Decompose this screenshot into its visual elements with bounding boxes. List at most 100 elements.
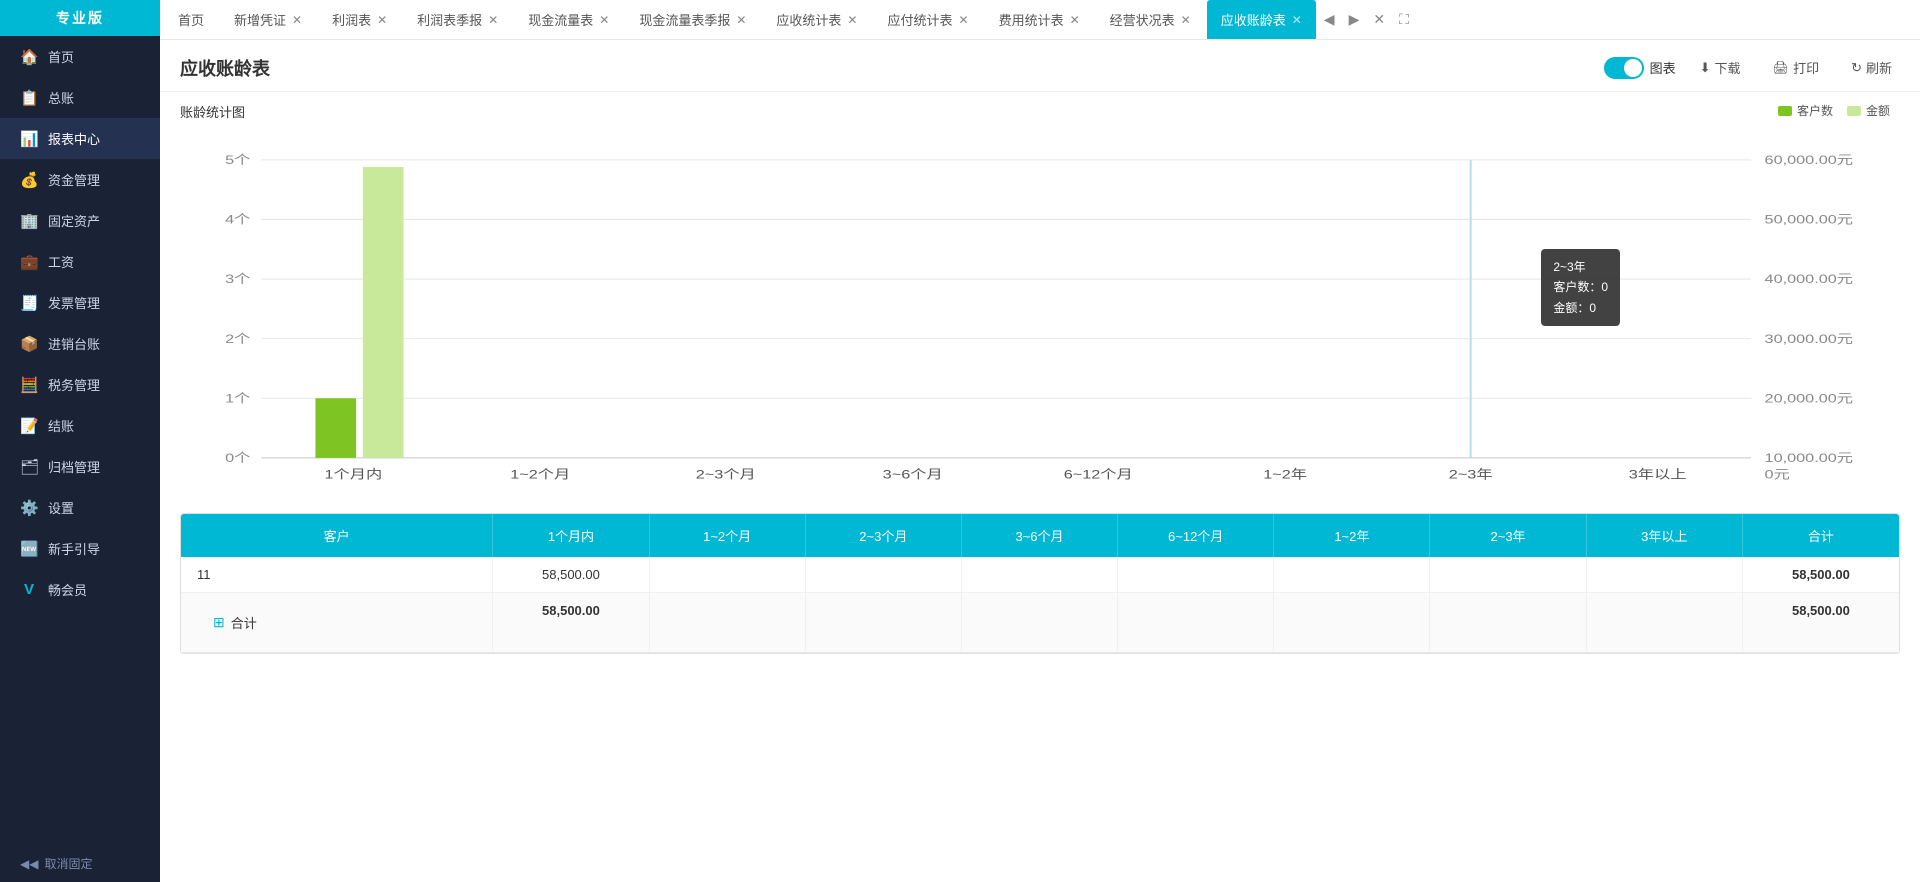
settings-icon: ⚙️ — [20, 499, 38, 517]
sidebar-item-settle-label: 结账 — [48, 416, 74, 435]
tab-ap-stat-close[interactable]: ✕ — [959, 13, 969, 27]
bar-amount-0 — [363, 167, 404, 458]
sidebar-item-settings[interactable]: ⚙️ 设置 — [0, 487, 160, 528]
svg-text:3个: 3个 — [225, 272, 250, 287]
download-button[interactable]: ⬇ 下载 — [1692, 54, 1749, 81]
th-m6-12: 6~12个月 — [1118, 514, 1274, 557]
td-total-y2-3 — [1430, 593, 1586, 652]
download-icon: ⬇ — [1700, 60, 1711, 76]
app-logo: 专业版 — [0, 0, 160, 36]
sidebar-item-tax[interactable]: 🧮 税务管理 — [0, 364, 160, 405]
sidebar-item-guide[interactable]: 🆕 新手引导 — [0, 528, 160, 569]
legend-amount-color — [1847, 106, 1861, 116]
total-label-container: ⊞ 合计 — [197, 603, 484, 642]
sidebar-item-vip-label: 畅会员 — [48, 580, 87, 599]
total-icon: ⊞ — [213, 614, 225, 631]
tab-voucher[interactable]: 新增凭证 ✕ — [220, 0, 316, 39]
archive-icon: 🗂 — [20, 458, 38, 476]
sidebar-item-settle[interactable]: 📝 结账 — [0, 405, 160, 446]
tab-ar-aging[interactable]: 应收账龄表 ✕ — [1207, 0, 1316, 39]
tab-next-button[interactable]: ▶ — [1343, 7, 1366, 32]
page-title: 应收账龄表 — [180, 55, 270, 81]
chart-toggle[interactable] — [1604, 57, 1644, 79]
tab-voucher-close[interactable]: ✕ — [292, 13, 302, 27]
tab-cashflow-close[interactable]: ✕ — [599, 13, 609, 27]
download-label: 下载 — [1715, 58, 1741, 77]
tab-biz-status-label: 经营状况表 — [1110, 10, 1175, 29]
svg-text:6~12个月: 6~12个月 — [1064, 467, 1133, 482]
tab-prev-button[interactable]: ◀ — [1318, 7, 1341, 32]
td-total-m1: 58,500.00 — [493, 593, 649, 652]
sidebar-item-capital-label: 资金管理 — [48, 170, 100, 189]
ledger-icon: 📋 — [20, 89, 38, 107]
tab-profit-close[interactable]: ✕ — [377, 13, 387, 27]
tab-expense[interactable]: 费用统计表 ✕ — [985, 0, 1094, 39]
tab-expense-close[interactable]: ✕ — [1070, 13, 1080, 27]
sidebar-item-archive-label: 归档管理 — [48, 457, 100, 476]
legend-customers: 客户数 — [1778, 102, 1833, 119]
table-header-row: 客户 1个月内 1~2个月 2~3个月 3~6个月 6~12个月 1~2年 2~… — [181, 514, 1899, 557]
sidebar-item-capital[interactable]: 💰 资金管理 — [0, 159, 160, 200]
refresh-button[interactable]: ↻ 刷新 — [1843, 54, 1900, 81]
svg-text:40,000.00元: 40,000.00元 — [1765, 273, 1853, 287]
tab-biz-status[interactable]: 经营状况表 ✕ — [1096, 0, 1205, 39]
sidebar-item-guide-label: 新手引导 — [48, 539, 100, 558]
th-y1-2: 1~2年 — [1274, 514, 1430, 557]
td-total-sum: 58,500.00 — [1743, 593, 1899, 652]
tab-ar-aging-close[interactable]: ✕ — [1292, 13, 1302, 27]
th-m1-2: 1~2个月 — [650, 514, 806, 557]
tab-maximize-button[interactable]: ⛶ — [1393, 7, 1415, 32]
sidebar-item-stock-label: 进销台账 — [48, 334, 100, 353]
sidebar-item-asset[interactable]: 🏢 固定资产 — [0, 200, 160, 241]
tab-ar-stat-close[interactable]: ✕ — [847, 13, 857, 27]
tab-cashflow-quarter[interactable]: 现金流量表季报 ✕ — [625, 0, 760, 39]
sidebar-item-vip[interactable]: V 畅会员 — [0, 569, 160, 610]
refresh-icon: ↻ — [1851, 60, 1862, 76]
sidebar-item-ledger[interactable]: 📋 总账 — [0, 77, 160, 118]
sidebar-item-archive[interactable]: 🗂 归档管理 — [0, 446, 160, 487]
home-icon: 🏠 — [20, 48, 38, 66]
td-total-m3-6 — [962, 593, 1118, 652]
td-total-m2-3 — [806, 593, 962, 652]
tab-ar-stat[interactable]: 应收统计表 ✕ — [762, 0, 871, 39]
th-m1: 1个月内 — [493, 514, 649, 557]
tab-profit-quarter[interactable]: 利润表季报 ✕ — [403, 0, 512, 39]
tab-close-all-button[interactable]: ✕ — [1367, 7, 1391, 32]
tab-ap-stat[interactable]: 应付统计表 ✕ — [873, 0, 982, 39]
svg-text:3~6个月: 3~6个月 — [883, 467, 943, 482]
td-customer-0: 11 — [181, 557, 493, 592]
chart-legend: 客户数 金额 — [1778, 102, 1890, 119]
tab-bar: 首页 新增凭证 ✕ 利润表 ✕ 利润表季报 ✕ 现金流量表 ✕ 现金流量表季报 … — [160, 0, 1920, 40]
th-m2-3: 2~3个月 — [806, 514, 962, 557]
svg-text:0元: 0元 — [1765, 468, 1790, 482]
th-y2-3: 2~3年 — [1430, 514, 1586, 557]
sidebar-item-home[interactable]: 🏠 首页 — [0, 36, 160, 77]
th-m3-6: 3~6个月 — [962, 514, 1118, 557]
td-m6-12-0 — [1118, 557, 1274, 592]
page-actions: 图表 ⬇ 下载 🖨 打印 ↻ 刷新 — [1604, 54, 1900, 81]
tab-profit[interactable]: 利润表 ✕ — [318, 0, 401, 39]
print-button[interactable]: 🖨 打印 — [1765, 54, 1828, 81]
invoice-icon: 🧾 — [20, 294, 38, 312]
sidebar-item-report[interactable]: 📊 报表中心 — [0, 118, 160, 159]
sidebar-item-stock[interactable]: 📦 进销台账 — [0, 323, 160, 364]
unpin-sidebar-button[interactable]: ◀◀ 取消固定 — [0, 845, 160, 882]
sidebar-item-salary[interactable]: 💼 工资 — [0, 241, 160, 282]
salary-icon: 💼 — [20, 253, 38, 271]
td-total-y3plus — [1587, 593, 1743, 652]
tab-profit-quarter-close[interactable]: ✕ — [488, 13, 498, 27]
th-total: 合计 — [1743, 514, 1899, 557]
legend-amount: 金额 — [1847, 102, 1890, 119]
chart-area: 账龄统计图 客户数 金额 — [160, 92, 1920, 499]
tab-cashflow-quarter-close[interactable]: ✕ — [736, 13, 746, 27]
sidebar-item-invoice[interactable]: 🧾 发票管理 — [0, 282, 160, 323]
sidebar-item-asset-label: 固定资产 — [48, 211, 100, 230]
tab-cashflow[interactable]: 现金流量表 ✕ — [514, 0, 623, 39]
tab-biz-status-close[interactable]: ✕ — [1181, 13, 1191, 27]
td-m1-2-0 — [650, 557, 806, 592]
vip-icon: V — [20, 581, 38, 598]
td-m1-0: 58,500.00 — [493, 557, 649, 592]
tab-home[interactable]: 首页 — [164, 0, 218, 39]
sidebar-item-ledger-label: 总账 — [48, 88, 74, 107]
report-icon: 📊 — [20, 130, 38, 148]
